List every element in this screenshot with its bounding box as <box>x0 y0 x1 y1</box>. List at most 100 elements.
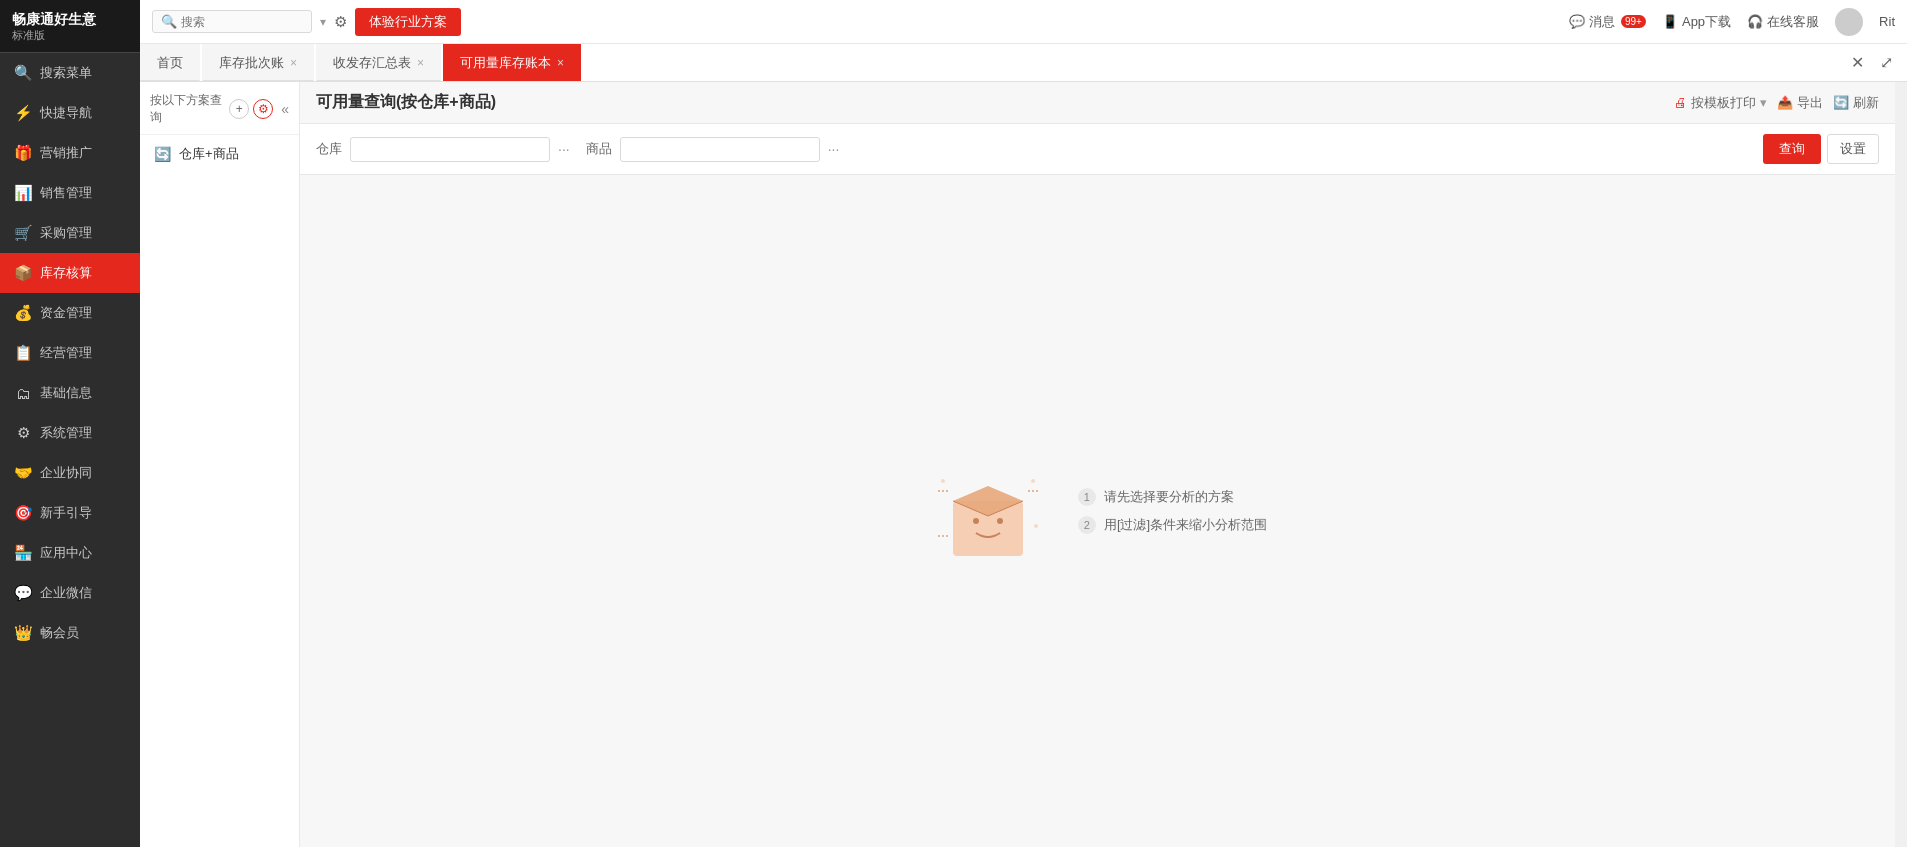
add-scheme-button[interactable]: + <box>229 99 249 119</box>
sidebar-item-label: 基础信息 <box>40 384 92 402</box>
tab-close-summary[interactable]: × <box>417 56 424 70</box>
search-icon: 🔍 <box>14 64 32 82</box>
goods-filter-group: 商品 ··· <box>586 137 840 162</box>
sidebar-item-label: 企业微信 <box>40 584 92 602</box>
user-name: Rit <box>1879 14 1895 29</box>
refresh-label: 刷新 <box>1853 94 1879 112</box>
refresh-button[interactable]: 🔄 刷新 <box>1833 94 1879 112</box>
sidebar-item-purchase[interactable]: 🛒采购管理 <box>0 213 140 253</box>
sidebar-item-member[interactable]: 👑畅会员 <box>0 613 140 653</box>
empty-illustration <box>928 451 1048 571</box>
customer-service-button[interactable]: 🎧 在线客服 <box>1747 13 1819 31</box>
sidebar-item-basic[interactable]: 🗂基础信息 <box>0 373 140 413</box>
warehouse-filter-group: 仓库 ··· <box>316 137 570 162</box>
sidebar-item-label: 采购管理 <box>40 224 92 242</box>
sidebar-item-shortcut[interactable]: ⚡快捷导航 <box>0 93 140 133</box>
sidebar-item-label: 搜索菜单 <box>40 64 92 82</box>
refresh-icon: 🔄 <box>1833 95 1849 110</box>
sidebar-item-label: 企业协同 <box>40 464 92 482</box>
goods-more-button[interactable]: ··· <box>828 141 840 157</box>
print-button[interactable]: 🖨 按模板打印 ▾ <box>1674 94 1767 112</box>
sidebar-item-newbie[interactable]: 🎯新手引导 <box>0 493 140 533</box>
tab-close-available[interactable]: × <box>557 56 564 70</box>
warehouse-label: 仓库 <box>316 140 342 158</box>
empty-state: 1 请先选择要分析的方案 2 用[过滤]条件来缩小分析范围 <box>300 175 1895 847</box>
goods-input[interactable] <box>620 137 820 162</box>
sidebar-item-search[interactable]: 🔍 搜索菜单 <box>0 53 140 93</box>
app-download-label: App下载 <box>1682 13 1731 31</box>
tab-label-available: 可用量库存账本 <box>460 54 551 72</box>
app-download-button[interactable]: 📱 App下载 <box>1662 13 1731 31</box>
sidebar-item-inventory[interactable]: 📦库存核算 <box>0 253 140 293</box>
sidebar-item-label: 新手引导 <box>40 504 92 522</box>
header-actions: 🖨 按模板打印 ▾ 📤 导出 🔄 刷新 <box>1674 94 1879 112</box>
svg-point-5 <box>997 518 1003 524</box>
scheme-settings-button[interactable]: ⚙ <box>253 99 273 119</box>
sales-icon: 📊 <box>14 184 32 202</box>
sidebar-nav: 🔍 搜索菜单 ⚡快捷导航 🎁 营销推广 📊销售管理🛒采购管理📦库存核算 💰 资金管理 📋经营管理… <box>0 53 140 847</box>
tab-summary[interactable]: 收发存汇总表× <box>316 44 441 81</box>
marketing-icon: 🎁 <box>14 144 32 162</box>
search-icon: 🔍 <box>161 14 177 29</box>
svg-point-9 <box>941 479 945 483</box>
sidebar-item-operations[interactable]: 📋经营管理 <box>0 333 140 373</box>
maximize-tab-button[interactable]: ⤢ <box>1874 49 1899 76</box>
sidebar-item-enterprise[interactable]: 🤝企业协同 <box>0 453 140 493</box>
tabs-bar: 首页库存批次账×收发存汇总表×可用量库存账本× ✕ ⤢ <box>140 44 1907 82</box>
export-icon: 📤 <box>1777 95 1793 110</box>
phone-icon: 📱 <box>1662 14 1678 29</box>
tip-num-1: 1 <box>1078 488 1096 506</box>
warehouse-more-button[interactable]: ··· <box>558 141 570 157</box>
query-button[interactable]: 查询 <box>1763 134 1821 164</box>
tab-close-batch[interactable]: × <box>290 56 297 70</box>
sidebar-item-label: 营销推广 <box>40 144 92 162</box>
finance-icon: 💰 <box>14 304 32 322</box>
gear-icon[interactable]: ⚙ <box>334 13 347 31</box>
search-input[interactable] <box>181 15 281 29</box>
sidebar-logo: 畅康通好生意 标准版 <box>0 0 140 53</box>
content-area: 按以下方案查询 + ⚙ « 🔄 仓库+商品 可用量查询(按仓库+商品) 🖨 <box>140 82 1907 847</box>
tab-label-home: 首页 <box>157 54 183 72</box>
message-badge: 99+ <box>1621 15 1646 28</box>
warehouse-input[interactable] <box>350 137 550 162</box>
shortcut-icon: ⚡ <box>14 104 32 122</box>
sidebar-item-label: 经营管理 <box>40 344 92 362</box>
export-label: 导出 <box>1797 94 1823 112</box>
main-area: 🔍 ▾ ⚙ 体验行业方案 💬 消息 99+ 📱 App下载 🎧 在线客服 Rit <box>140 0 1907 847</box>
search-chevron-icon[interactable]: ▾ <box>320 15 326 29</box>
close-tab-button[interactable]: ✕ <box>1845 49 1870 76</box>
sidebar-item-label: 资金管理 <box>40 304 92 322</box>
tab-label-batch: 库存批次账 <box>219 54 284 72</box>
solution-button[interactable]: 体验行业方案 <box>355 8 461 36</box>
sidebar-item-system[interactable]: ⚙系统管理 <box>0 413 140 453</box>
sidebar-item-wechat[interactable]: 💬企业微信 <box>0 573 140 613</box>
goods-label: 商品 <box>586 140 612 158</box>
sidebar-item-sales[interactable]: 📊销售管理 <box>0 173 140 213</box>
sidebar-item-label: 畅会员 <box>40 624 79 642</box>
svg-point-4 <box>973 518 979 524</box>
logo-subtitle: 标准版 <box>12 28 128 42</box>
logo-title: 畅康通好生意 <box>12 10 128 28</box>
left-panel-actions: + ⚙ « <box>229 99 289 119</box>
settings-button[interactable]: 设置 <box>1827 134 1879 164</box>
topbar-search-box[interactable]: 🔍 <box>152 10 312 33</box>
export-button[interactable]: 📤 导出 <box>1777 94 1823 112</box>
tab-batch[interactable]: 库存批次账 × <box>202 44 314 81</box>
sidebar-item-appstore[interactable]: 🏪应用中心 <box>0 533 140 573</box>
message-button[interactable]: 💬 消息 99+ <box>1569 13 1646 31</box>
tip-text-2: 用[过滤]条件来缩小分析范围 <box>1104 516 1267 534</box>
empty-tips: 1 请先选择要分析的方案 2 用[过滤]条件来缩小分析范围 <box>1078 488 1267 534</box>
tab-home[interactable]: 首页 <box>140 44 200 81</box>
tip-text-1: 请先选择要分析的方案 <box>1104 488 1234 506</box>
tab-available[interactable]: 可用量库存账本 × <box>443 44 581 81</box>
svg-point-11 <box>1034 524 1038 528</box>
left-panel: 按以下方案查询 + ⚙ « 🔄 仓库+商品 <box>140 82 300 847</box>
collapse-panel-button[interactable]: « <box>281 101 289 117</box>
customer-service-label: 在线客服 <box>1767 13 1819 31</box>
scheme-item-warehouse-goods[interactable]: 🔄 仓库+商品 <box>140 135 299 173</box>
sidebar-item-finance[interactable]: 💰 资金管理 <box>0 293 140 333</box>
sidebar-item-marketing[interactable]: 🎁 营销推广 <box>0 133 140 173</box>
user-avatar[interactable] <box>1835 8 1863 36</box>
appstore-icon: 🏪 <box>14 544 32 562</box>
empty-tip-1: 1 请先选择要分析的方案 <box>1078 488 1267 506</box>
